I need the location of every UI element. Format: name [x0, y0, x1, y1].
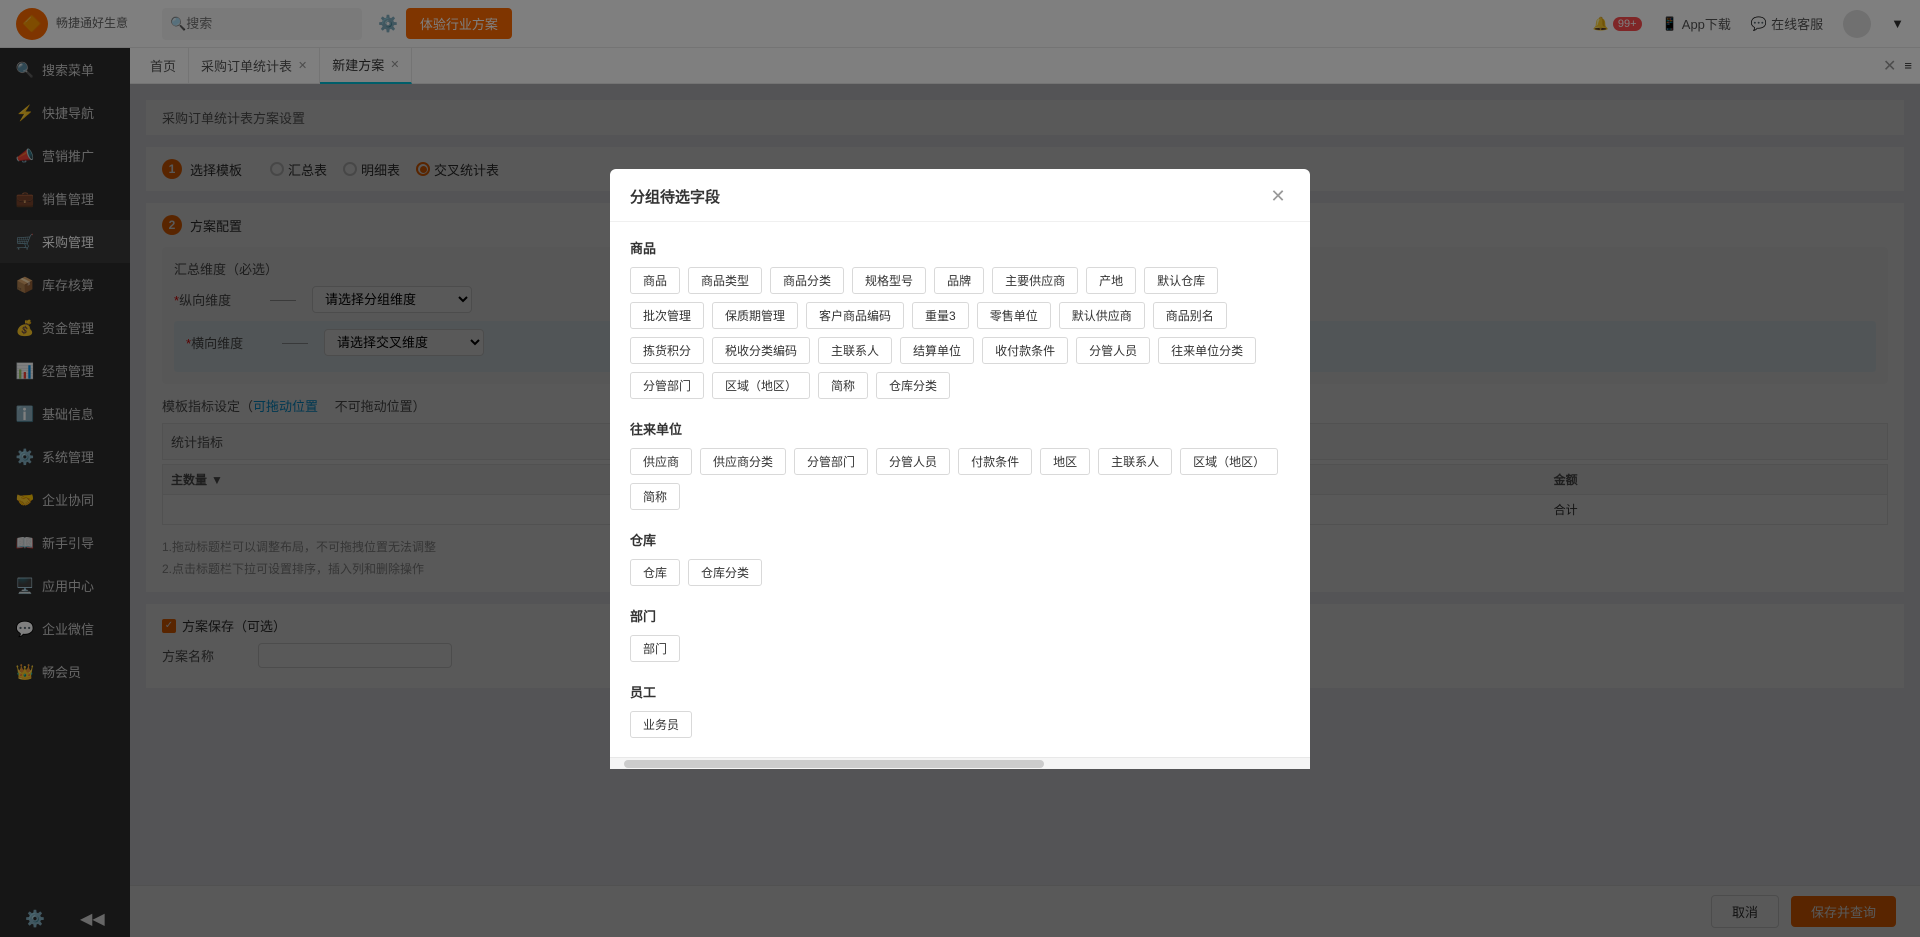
field-chip-product-1[interactable]: 商品类型 [688, 267, 762, 294]
modal-hscroll[interactable] [610, 757, 1310, 769]
modal-overlay: 分组待选字段 ✕ 商品商品商品类型商品分类规格型号品牌主要供应商产地默认仓库批次… [0, 0, 1920, 937]
field-chip-product-5[interactable]: 主要供应商 [992, 267, 1078, 294]
field-chips-department: 部门 [630, 635, 1290, 662]
field-section-department: 部门部门 [630, 606, 1290, 662]
field-chip-product-4[interactable]: 品牌 [934, 267, 984, 294]
field-chip-product-3[interactable]: 规格型号 [852, 267, 926, 294]
field-chip-partner-7[interactable]: 区域（地区） [1180, 448, 1278, 475]
field-chip-product-14[interactable]: 商品别名 [1153, 302, 1227, 329]
field-chip-product-13[interactable]: 默认供应商 [1059, 302, 1145, 329]
field-chip-product-18[interactable]: 结算单位 [900, 337, 974, 364]
field-chip-partner-2[interactable]: 分管部门 [794, 448, 868, 475]
field-section-title-department: 部门 [630, 606, 1290, 625]
field-chip-product-24[interactable]: 简称 [818, 372, 868, 399]
modal-hscroll-bar [624, 760, 1044, 768]
field-chip-product-15[interactable]: 拣货积分 [630, 337, 704, 364]
field-chip-product-25[interactable]: 仓库分类 [876, 372, 950, 399]
field-chip-partner-8[interactable]: 简称 [630, 483, 680, 510]
field-chips-partner: 供应商供应商分类分管部门分管人员付款条件地区主联系人区域（地区） 简称 [630, 448, 1290, 510]
field-chip-product-12[interactable]: 零售单位 [977, 302, 1051, 329]
field-chip-employee-0[interactable]: 业务员 [630, 711, 692, 738]
field-chip-product-19[interactable]: 收付款条件 [982, 337, 1068, 364]
field-chip-partner-1[interactable]: 供应商分类 [700, 448, 786, 475]
field-chip-partner-5[interactable]: 地区 [1040, 448, 1090, 475]
field-section-warehouse: 仓库仓库仓库分类 [630, 530, 1290, 586]
field-chip-warehouse-0[interactable]: 仓库 [630, 559, 680, 586]
field-chips-employee: 业务员 [630, 711, 1290, 738]
field-chips-product: 商品商品类型商品分类规格型号品牌主要供应商产地默认仓库批次管理保质期管理客户商品… [630, 267, 1290, 399]
field-chip-partner-6[interactable]: 主联系人 [1098, 448, 1172, 475]
field-chip-product-17[interactable]: 主联系人 [818, 337, 892, 364]
field-section-product: 商品商品商品类型商品分类规格型号品牌主要供应商产地默认仓库批次管理保质期管理客户… [630, 238, 1290, 399]
field-section-employee: 员工业务员 [630, 682, 1290, 738]
field-section-title-employee: 员工 [630, 682, 1290, 701]
field-chip-product-10[interactable]: 客户商品编码 [806, 302, 904, 329]
field-chip-partner-3[interactable]: 分管人员 [876, 448, 950, 475]
field-chips-warehouse: 仓库仓库分类 [630, 559, 1290, 586]
field-chip-product-7[interactable]: 默认仓库 [1144, 267, 1218, 294]
field-chip-product-20[interactable]: 分管人员 [1076, 337, 1150, 364]
field-section-title-product: 商品 [630, 238, 1290, 257]
field-section-title-warehouse: 仓库 [630, 530, 1290, 549]
field-chip-product-6[interactable]: 产地 [1086, 267, 1136, 294]
field-chip-product-2[interactable]: 商品分类 [770, 267, 844, 294]
field-chip-partner-4[interactable]: 付款条件 [958, 448, 1032, 475]
modal-body[interactable]: 商品商品商品类型商品分类规格型号品牌主要供应商产地默认仓库批次管理保质期管理客户… [610, 222, 1310, 757]
field-chip-product-21[interactable]: 往来单位分类 [1158, 337, 1256, 364]
field-chip-product-9[interactable]: 保质期管理 [712, 302, 798, 329]
field-chip-department-0[interactable]: 部门 [630, 635, 680, 662]
field-chip-product-8[interactable]: 批次管理 [630, 302, 704, 329]
modal-close-button[interactable]: ✕ [1266, 185, 1290, 209]
modal-title: 分组待选字段 [630, 186, 720, 207]
field-chip-product-11[interactable]: 重量3 [912, 302, 969, 329]
field-chip-product-22[interactable]: 分管部门 [630, 372, 704, 399]
modal-header: 分组待选字段 ✕ [610, 169, 1310, 222]
field-section-title-partner: 往来单位 [630, 419, 1290, 438]
modal: 分组待选字段 ✕ 商品商品商品类型商品分类规格型号品牌主要供应商产地默认仓库批次… [610, 169, 1310, 769]
field-chip-product-0[interactable]: 商品 [630, 267, 680, 294]
field-chip-partner-0[interactable]: 供应商 [630, 448, 692, 475]
field-chip-warehouse-1[interactable]: 仓库分类 [688, 559, 762, 586]
field-chip-product-16[interactable]: 税收分类编码 [712, 337, 810, 364]
field-section-partner: 往来单位供应商供应商分类分管部门分管人员付款条件地区主联系人区域（地区） 简称 [630, 419, 1290, 510]
field-chip-product-23[interactable]: 区域（地区） [712, 372, 810, 399]
